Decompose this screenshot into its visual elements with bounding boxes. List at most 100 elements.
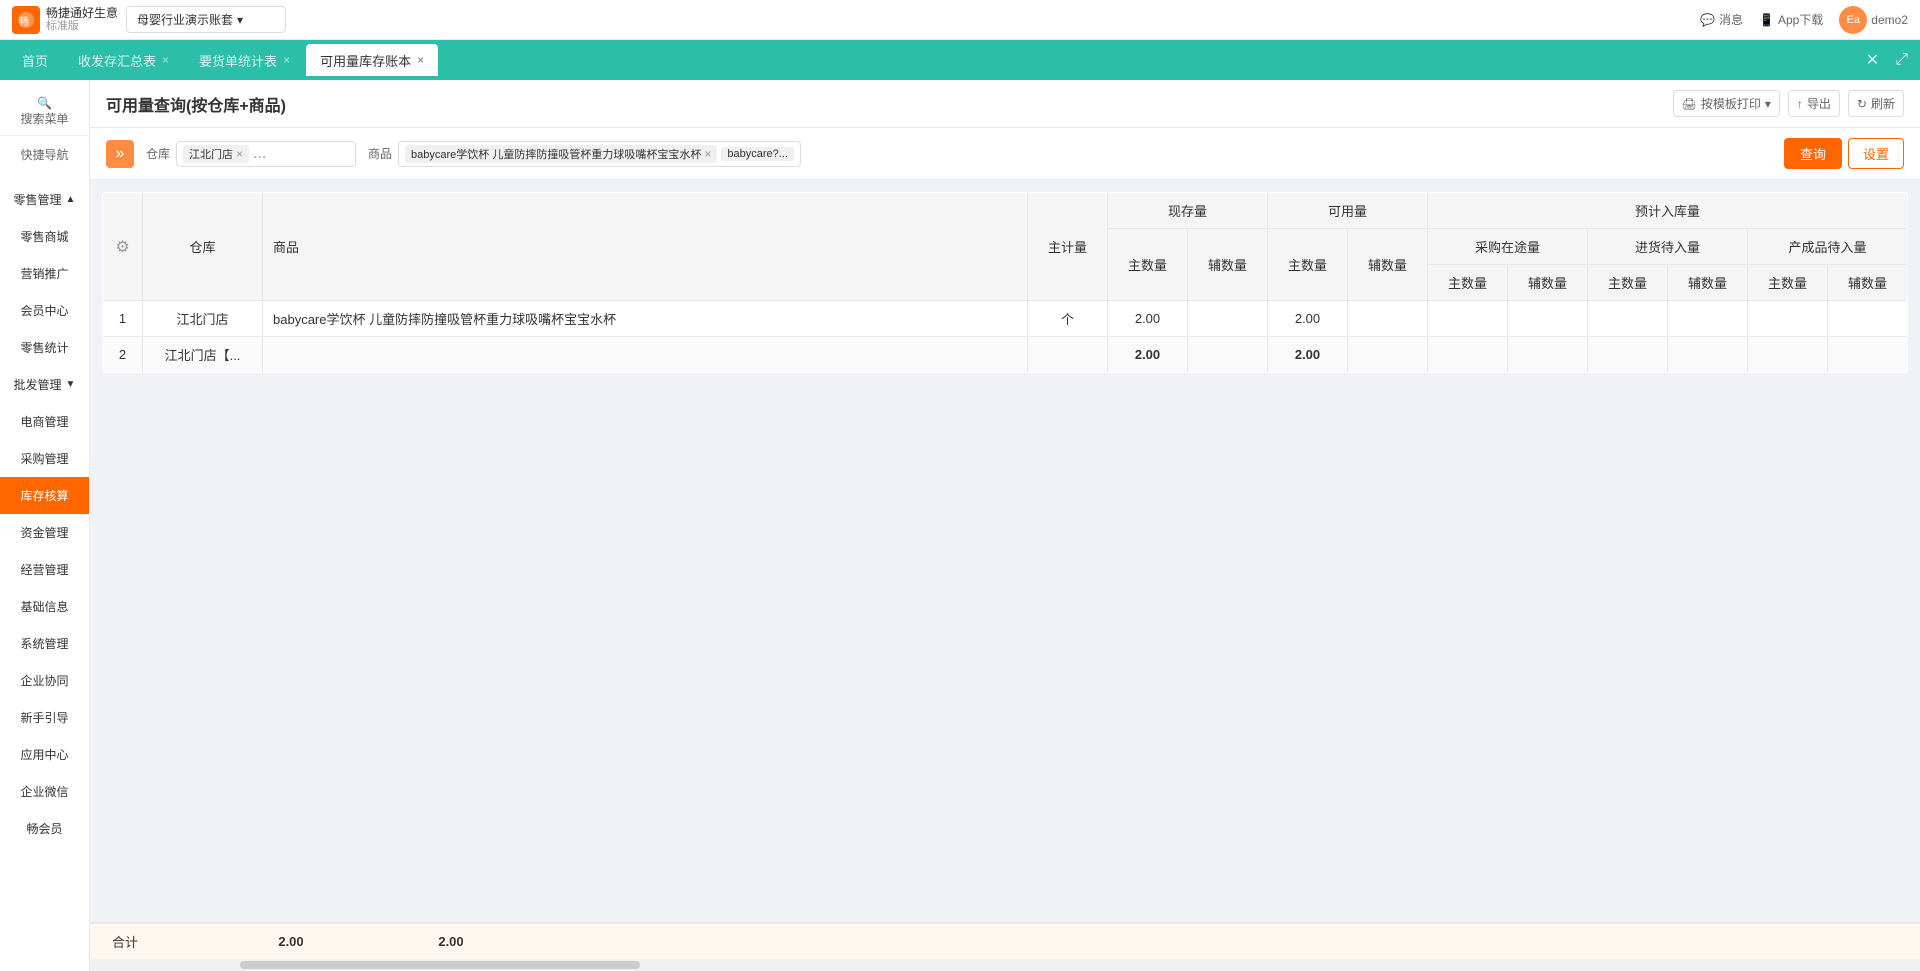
group-index: 2 (103, 337, 143, 373)
tab-order-stats[interactable]: 要货单统计表 × (185, 44, 304, 76)
group-pp-main (1588, 337, 1668, 373)
sidebar-item-retail-mall-label: 零售商城 (20, 228, 68, 245)
user-name: demo2 (1871, 13, 1908, 27)
tab-available-inventory[interactable]: 可用量库存账本 × (306, 44, 438, 76)
sidebar-item-retail-mall[interactable]: 零售商城 (0, 218, 89, 255)
tab-close-all-btn[interactable]: ✕ (1862, 46, 1883, 74)
product-input[interactable]: babycare学饮杯 儿童防摔防撞吸管杯重力球吸嘴杯宝宝水杯 × babyca… (398, 141, 801, 167)
sidebar-quick-nav[interactable]: 快捷导航 (0, 135, 89, 173)
export-btn[interactable]: ↑ 导出 (1788, 90, 1840, 117)
row1-product: babycare学饮杯 儿童防摔防撞吸管杯重力球吸嘴杯宝宝水杯 (263, 301, 1028, 337)
sidebar-item-app-center[interactable]: 应用中心 (0, 736, 89, 773)
sidebar-item-vip[interactable]: 畅会员 (0, 810, 89, 847)
search-icon: 🔍 (6, 96, 83, 110)
product-tag-close[interactable]: × (704, 147, 711, 161)
group-available-main: 2.00 (1268, 337, 1348, 373)
group-available-aux (1348, 337, 1428, 373)
tab-receive-send[interactable]: 收发存汇总表 × (64, 44, 183, 76)
message-label: 消息 (1719, 11, 1743, 28)
page-header: 可用量查询(按仓库+商品) 🖨 按模板打印 ▾ ↑ 导出 ↻ 刷新 (90, 80, 1920, 128)
sidebar-item-finance[interactable]: 资金管理 (0, 514, 89, 551)
sidebar-item-wholesale[interactable]: 批发管理 ▼ (0, 366, 89, 403)
table-group-row: 2 江北门店【... 2.00 2.00 (103, 337, 1908, 373)
footer-pp-main (731, 934, 811, 949)
tab-expand-btn[interactable]: ⤢ (1891, 47, 1912, 73)
th-settings[interactable]: ⚙ (103, 193, 143, 301)
app-download-icon: 📱 (1759, 13, 1774, 27)
refresh-label: 刷新 (1871, 95, 1895, 112)
template-selector-text: 母婴行业演示账套 (137, 11, 233, 28)
sidebar-item-operations[interactable]: 经营管理 (0, 551, 89, 588)
th-production-pending-main: 主数量 (1748, 265, 1828, 301)
th-main-unit: 主计量 (1028, 193, 1108, 301)
tab-order-stats-close[interactable]: × (283, 53, 290, 67)
product-label: 商品 (368, 145, 392, 162)
footer-pt-main (571, 934, 651, 949)
sidebar-quick-nav-label: 快捷导航 (20, 148, 68, 162)
sidebar-item-operations-label: 经营管理 (20, 561, 68, 578)
table-footer: 合计 2.00 2.00 (90, 922, 1920, 959)
gear-icon: ⚙ (115, 239, 129, 256)
sidebar-item-system[interactable]: 系统管理 (0, 625, 89, 662)
user-profile[interactable]: Ea demo2 (1839, 6, 1908, 34)
message-icon: 💬 (1700, 13, 1715, 27)
row1-index: 1 (103, 301, 143, 337)
group-pt-main (1428, 337, 1508, 373)
sidebar-item-enterprise[interactable]: 企业协同 (0, 662, 89, 699)
top-bar-left: 畅 畅捷通好生意 标准版 母婴行业演示账套 ▾ (12, 6, 286, 34)
main-layout: 🔍 搜索菜单 快捷导航 零售管理 ▲ 零售商城 营销推广 会员中心 零售统计 批… (0, 80, 1920, 971)
sidebar-item-marketing[interactable]: 营销推广 (0, 255, 89, 292)
warehouse-tag-close[interactable]: × (236, 147, 243, 161)
sidebar-item-guide[interactable]: 新手引导 (0, 699, 89, 736)
row1-unit: 个 (1028, 301, 1108, 337)
table-wrapper: ⚙ 仓库 商品 主计量 现存量 (90, 180, 1920, 922)
settings-btn[interactable]: 设置 (1848, 138, 1904, 169)
tab-home[interactable]: 首页 (8, 44, 62, 76)
toggle-icon: » (116, 145, 125, 163)
sidebar-item-basic-info[interactable]: 基础信息 (0, 588, 89, 625)
brand-name: 畅捷通好生意 (46, 6, 118, 20)
tab-available-inventory-close[interactable]: × (417, 53, 424, 67)
warehouse-tag-text: 江北门店 (189, 146, 233, 162)
scroll-bar-area[interactable] (90, 959, 1920, 971)
footer-label: 合计 (102, 932, 251, 951)
print-btn[interactable]: 🖨 按模板打印 ▾ (1673, 90, 1780, 117)
app-download-btn[interactable]: 📱 App下载 (1759, 11, 1823, 28)
refresh-btn[interactable]: ↻ 刷新 (1848, 90, 1904, 117)
template-selector[interactable]: 母婴行业演示账套 ▾ (126, 6, 286, 33)
th-purchase-transit-aux: 辅数量 (1508, 265, 1588, 301)
th-available-aux: 辅数量 (1348, 229, 1428, 301)
row1-available-main: 2.00 (1268, 301, 1348, 337)
sidebar-item-retail-mgmt[interactable]: 零售管理 ▲ (0, 181, 89, 218)
footer-current-main: 2.00 (251, 934, 331, 949)
tab-receive-send-close[interactable]: × (162, 53, 169, 67)
group-pp-aux (1668, 337, 1748, 373)
warehouse-dots[interactable]: ... (253, 145, 266, 163)
query-btn[interactable]: 查询 (1784, 138, 1842, 169)
warehouse-input[interactable]: 江北门店 × ... (176, 141, 356, 167)
sidebar-item-member[interactable]: 会员中心 (0, 292, 89, 329)
group-current-main: 2.00 (1108, 337, 1188, 373)
chevron-down-icon: ▼ (66, 379, 76, 390)
message-btn[interactable]: 💬 消息 (1700, 11, 1743, 28)
row1-pt-main (1428, 301, 1508, 337)
sidebar-item-enterprise-wechat[interactable]: 企业微信 (0, 773, 89, 810)
export-icon: ↑ (1797, 97, 1803, 111)
brand-logo-icon: 畅 (12, 6, 40, 34)
sidebar-item-purchase[interactable]: 采购管理 (0, 440, 89, 477)
table-row: 1 江北门店 babycare学饮杯 儿童防摔防撞吸管杯重力球吸嘴杯宝宝水杯 个… (103, 301, 1908, 337)
row1-pt-aux (1508, 301, 1588, 337)
sidebar-item-inventory[interactable]: 库存核算 (0, 477, 89, 514)
th-production-pending: 产成品待入量 (1748, 229, 1908, 265)
sidebar-item-ecommerce[interactable]: 电商管理 (0, 403, 89, 440)
product-tag-text: babycare学饮杯 儿童防摔防撞吸管杯重力球吸嘴杯宝宝水杯 (411, 146, 701, 162)
filter-toggle-btn[interactable]: » (106, 140, 134, 168)
brand-text: 畅捷通好生意 标准版 (46, 6, 118, 34)
scroll-thumb[interactable] (240, 961, 640, 969)
row1-prod-aux (1828, 301, 1908, 337)
filter-bar: » 仓库 江北门店 × ... 商品 babycare学饮杯 儿童防摔防撞吸管杯… (90, 128, 1920, 180)
row1-current-main: 2.00 (1108, 301, 1188, 337)
sidebar-item-retail-stats[interactable]: 零售统计 (0, 329, 89, 366)
th-current-stock: 现存量 (1108, 193, 1268, 229)
sidebar-search[interactable]: 🔍 搜索菜单 (0, 88, 89, 135)
